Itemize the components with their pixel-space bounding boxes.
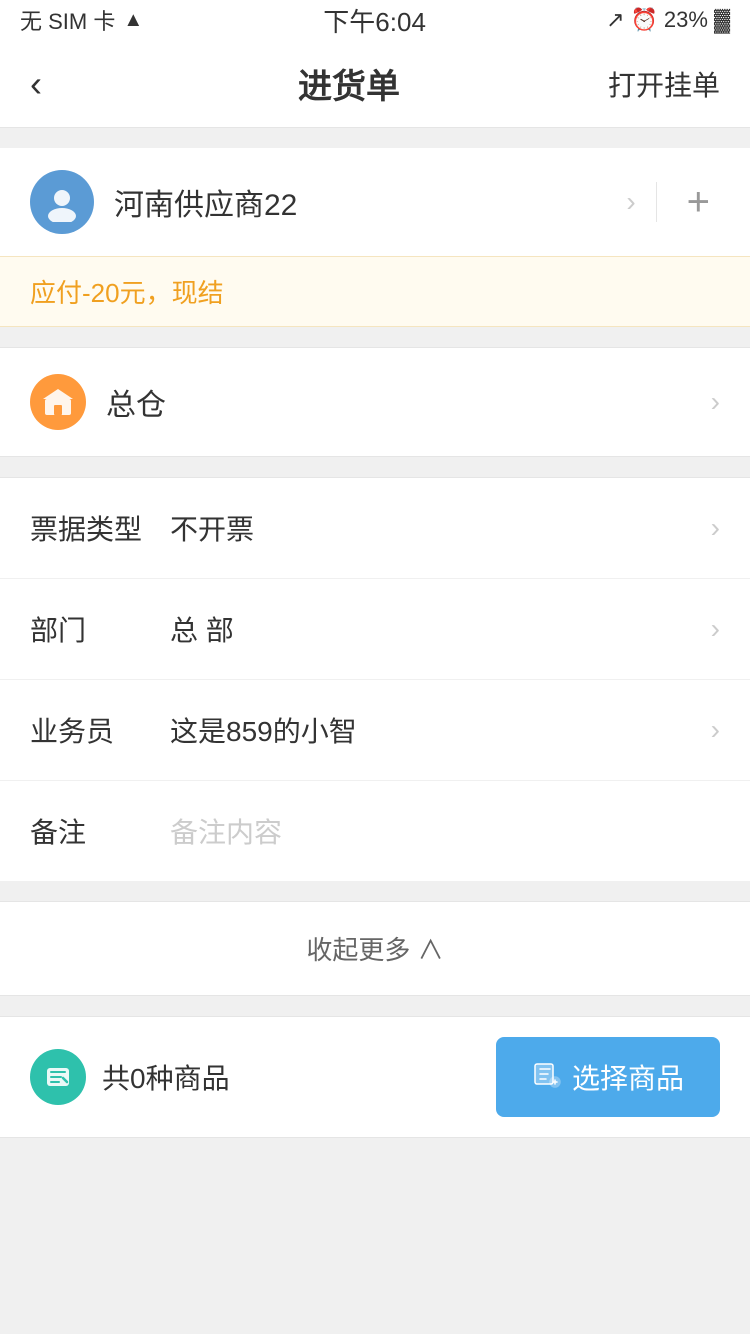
collapse-button[interactable]: 收起更多 ∧ — [0, 901, 750, 996]
remark-input[interactable]: 备注内容 — [170, 811, 720, 851]
status-time: 下午6:04 — [323, 2, 426, 39]
carrier-label: 无 SIM 卡 — [20, 4, 115, 36]
department-label: 部门 — [30, 609, 170, 649]
department-row[interactable]: 部门 总 部 › — [0, 579, 750, 680]
warehouse-chevron-icon: › — [711, 386, 720, 418]
bottom-bar: 共0种商品 选择商品 — [0, 1016, 750, 1138]
salesperson-row[interactable]: 业务员 这是859的小智 › — [0, 680, 750, 781]
supplier-divider — [656, 182, 657, 222]
department-value: 总 部 — [170, 609, 711, 649]
salesperson-value: 这是859的小智 — [170, 710, 711, 750]
product-count-text: 共0种商品 — [102, 1057, 230, 1097]
location-icon: ↗ — [606, 7, 624, 33]
alarm-icon: ⏰ — [631, 7, 658, 33]
supplier-chevron-icon: › — [626, 186, 635, 218]
open-pending-button[interactable]: 打开挂单 — [608, 64, 720, 104]
select-product-icon — [532, 1059, 562, 1096]
invoice-type-value: 不开票 — [170, 508, 711, 548]
battery-label: 23% — [664, 7, 708, 33]
section-gap-1 — [0, 128, 750, 148]
salesperson-label: 业务员 — [30, 710, 170, 750]
invoice-type-row[interactable]: 票据类型 不开票 › — [0, 478, 750, 579]
supplier-name: 河南供应商22 — [114, 180, 626, 224]
status-left: 无 SIM 卡 ▲ — [20, 4, 143, 36]
invoice-type-chevron-icon: › — [711, 512, 720, 544]
form-section: 票据类型 不开票 › 部门 总 部 › 业务员 这是859的小智 › 备注 备注… — [0, 477, 750, 881]
notice-bar: 应付-20元，现结 — [0, 256, 750, 327]
add-supplier-button[interactable]: + — [677, 180, 720, 225]
page-container: 无 SIM 卡 ▲ 下午6:04 ↗ ⏰ 23% ▓ ‹ 进货单 打开挂单 河南… — [0, 0, 750, 1334]
page-title: 进货单 — [298, 59, 400, 108]
status-right: ↗ ⏰ 23% ▓ — [606, 7, 730, 33]
product-icon — [30, 1049, 86, 1105]
remark-row[interactable]: 备注 备注内容 — [0, 781, 750, 881]
wifi-icon: ▲ — [123, 9, 143, 32]
remark-label: 备注 — [30, 811, 170, 851]
select-product-button[interactable]: 选择商品 — [496, 1037, 720, 1117]
supplier-avatar — [30, 170, 94, 234]
warehouse-name: 总仓 — [106, 380, 711, 424]
invoice-type-label: 票据类型 — [30, 508, 170, 548]
status-bar: 无 SIM 卡 ▲ 下午6:04 ↗ ⏰ 23% ▓ — [0, 0, 750, 40]
product-count-area: 共0种商品 — [30, 1049, 230, 1105]
supplier-row[interactable]: 河南供应商22 › + — [0, 148, 750, 256]
department-chevron-icon: › — [711, 613, 720, 645]
battery-icon: ▓ — [714, 7, 730, 33]
warehouse-row[interactable]: 总仓 › — [0, 347, 750, 457]
warehouse-icon — [30, 374, 86, 430]
select-product-label: 选择商品 — [572, 1057, 684, 1097]
nav-bar: ‹ 进货单 打开挂单 — [0, 40, 750, 128]
salesperson-chevron-icon: › — [711, 714, 720, 746]
supplier-section: 河南供应商22 › + 应付-20元，现结 — [0, 148, 750, 327]
back-button[interactable]: ‹ — [30, 63, 90, 105]
